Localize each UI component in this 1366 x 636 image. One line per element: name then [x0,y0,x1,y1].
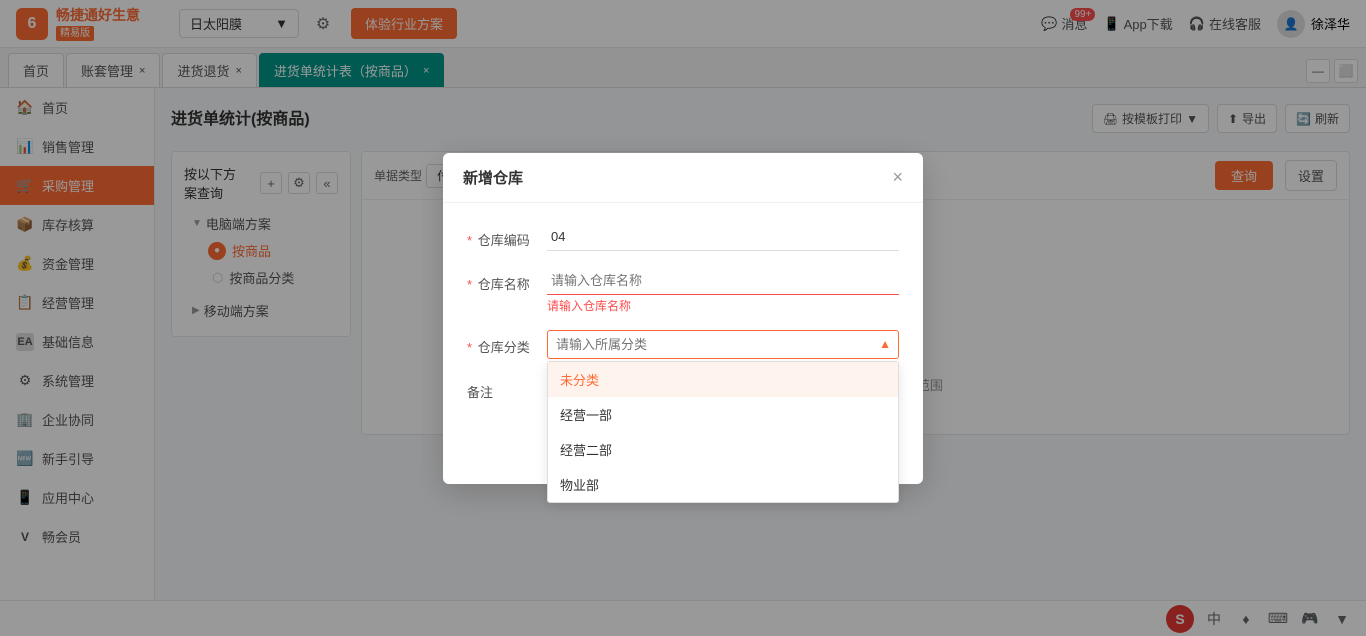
modal-title: 新增仓库 [463,167,523,188]
modal-header: 新增仓库 × [443,153,923,203]
dropdown-item-2[interactable]: 经营二部 [548,432,898,467]
modal-body: * 仓库编码 * 仓库名称 请输入仓库名称 [443,203,923,403]
dropdown-item-0[interactable]: 未分类 [548,362,898,397]
name-input-wrapper: 请输入仓库名称 [547,267,899,314]
dropdown-arrow-icon[interactable]: ▲ [879,337,891,351]
name-input[interactable] [547,267,899,295]
category-input[interactable] [547,330,899,359]
category-dropdown-list: 未分类 经营一部 经营二部 物业部 [547,361,899,503]
dropdown-item-3[interactable]: 物业部 [548,467,898,502]
code-input-wrapper [547,223,899,251]
form-row-category: * 仓库分类 ▲ 未分类 经营一部 经营二部 物业部 [467,330,899,359]
category-dropdown-wrapper: ▲ 未分类 经营一部 经营二部 物业部 [547,330,899,359]
form-row-code: * 仓库编码 [467,223,899,251]
dropdown-item-1[interactable]: 经营一部 [548,397,898,432]
modal-overlay[interactable]: 新增仓库 × * 仓库编码 * 仓库名称 [0,0,1366,636]
code-input[interactable] [547,223,899,251]
form-row-name: * 仓库名称 请输入仓库名称 [467,267,899,314]
name-label: * 仓库名称 [467,267,547,293]
code-label: * 仓库编码 [467,223,547,249]
modal-close-button[interactable]: × [892,168,903,186]
category-label: * 仓库分类 [467,330,547,356]
modal-add-warehouse: 新增仓库 × * 仓库编码 * 仓库名称 [443,153,923,484]
name-error-message: 请输入仓库名称 [547,297,899,314]
note-label: 备注 [467,375,547,401]
